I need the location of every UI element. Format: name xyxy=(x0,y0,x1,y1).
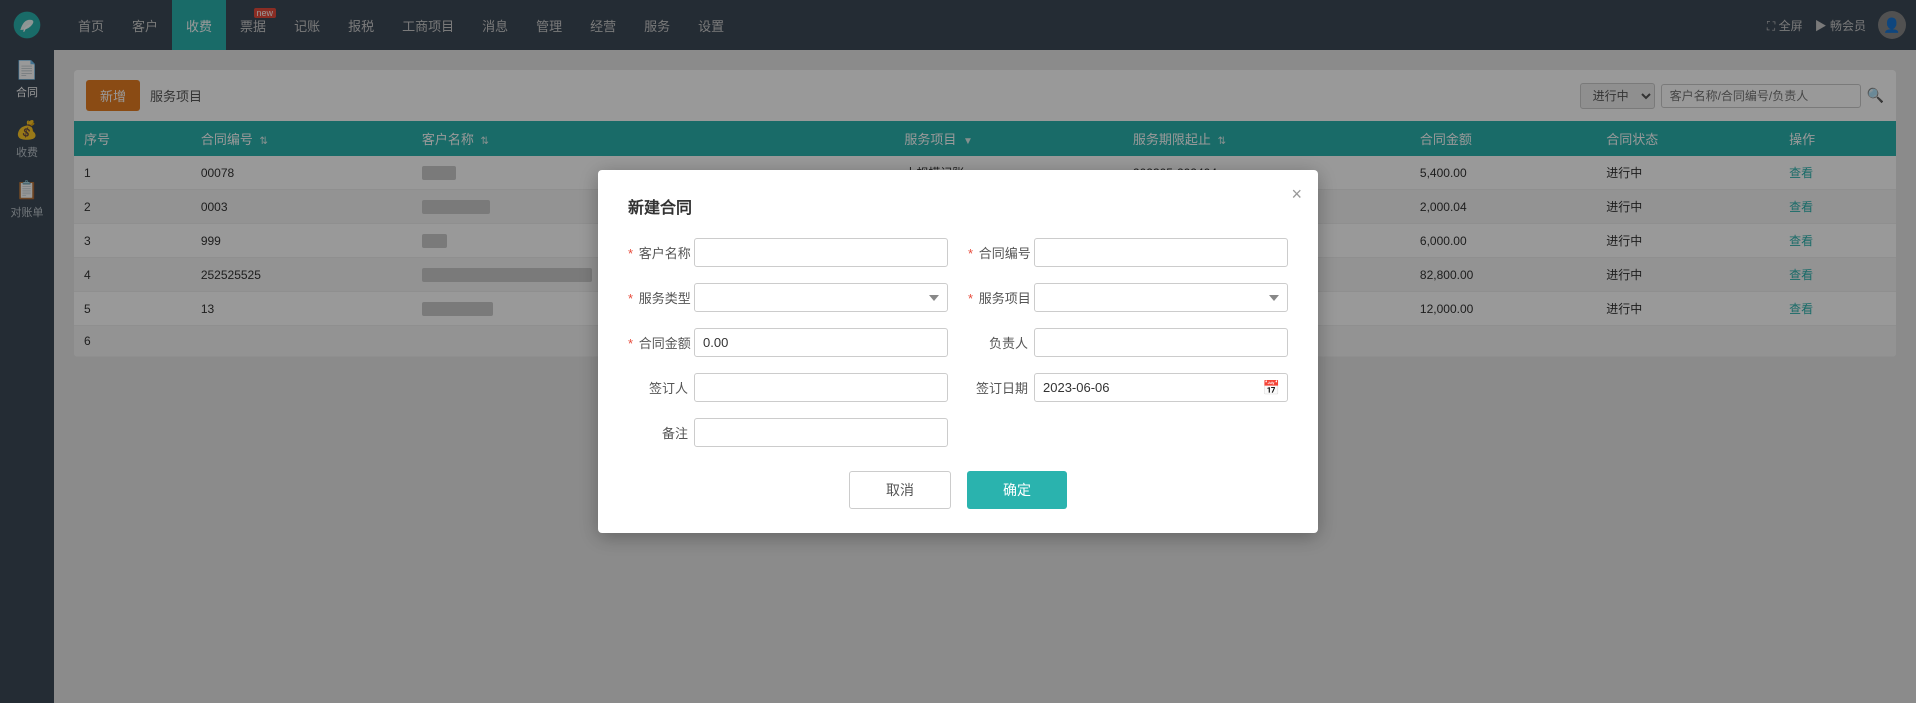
contract-no-input[interactable] xyxy=(1034,238,1288,267)
note-label: 备注 xyxy=(628,423,688,442)
responsible-input[interactable] xyxy=(1034,328,1288,357)
required-star-contract: * xyxy=(968,246,973,261)
form-row-4: 签订人 签订日期 📅 xyxy=(628,373,1288,402)
signer-label: 签订人 xyxy=(628,378,688,397)
required-star-amount: * xyxy=(628,336,633,351)
form-group-customer: * 客户名称 xyxy=(628,238,948,267)
cancel-button[interactable]: 取消 xyxy=(849,471,951,509)
required-star-customer: * xyxy=(628,246,633,261)
responsible-label: 负责人 xyxy=(968,333,1028,352)
amount-input[interactable] xyxy=(694,328,948,357)
form-group-amount: * 合同金额 xyxy=(628,328,948,357)
sign-date-wrap: 📅 xyxy=(1034,373,1288,402)
note-input[interactable] xyxy=(694,418,948,447)
customer-label: * 客户名称 xyxy=(628,243,688,262)
form-group-service-type: * 服务类型 xyxy=(628,283,948,312)
calendar-icon[interactable]: 📅 xyxy=(1263,379,1280,396)
form-group-contract-no: * 合同编号 xyxy=(968,238,1288,267)
modal-title: 新建合同 xyxy=(628,194,1288,218)
service-item-select[interactable] xyxy=(1034,283,1288,312)
modal-overlay[interactable]: 新建合同 × * 客户名称 * 合同编号 xyxy=(0,0,1916,703)
amount-label: * 合同金额 xyxy=(628,333,688,352)
required-star-service-item: * xyxy=(968,291,973,306)
form-row-2: * 服务类型 * 服务项目 xyxy=(628,283,1288,312)
service-type-select[interactable] xyxy=(694,283,948,312)
sign-date-label: 签订日期 xyxy=(968,378,1028,397)
modal-footer: 取消 确定 xyxy=(628,471,1288,509)
sign-date-input[interactable] xyxy=(1034,373,1288,402)
customer-name-input[interactable] xyxy=(694,238,948,267)
form-group-signer: 签订人 xyxy=(628,373,948,402)
form-group-sign-date: 签订日期 📅 xyxy=(968,373,1288,402)
form-group-responsible: 负责人 xyxy=(968,328,1288,357)
form-row-1: * 客户名称 * 合同编号 xyxy=(628,238,1288,267)
required-star-service-type: * xyxy=(628,291,633,306)
signer-input[interactable] xyxy=(694,373,948,402)
confirm-button[interactable]: 确定 xyxy=(967,471,1067,509)
form-group-service-item: * 服务项目 xyxy=(968,283,1288,312)
form-group-note: 备注 xyxy=(628,418,948,447)
service-type-label: * 服务类型 xyxy=(628,288,688,307)
form-row-5: 备注 xyxy=(628,418,1288,447)
contract-no-label: * 合同编号 xyxy=(968,243,1028,262)
new-contract-modal: 新建合同 × * 客户名称 * 合同编号 xyxy=(598,170,1318,533)
form-row-3: * 合同金额 负责人 xyxy=(628,328,1288,357)
modal-close-button[interactable]: × xyxy=(1291,184,1302,205)
service-item-label: * 服务项目 xyxy=(968,288,1028,307)
